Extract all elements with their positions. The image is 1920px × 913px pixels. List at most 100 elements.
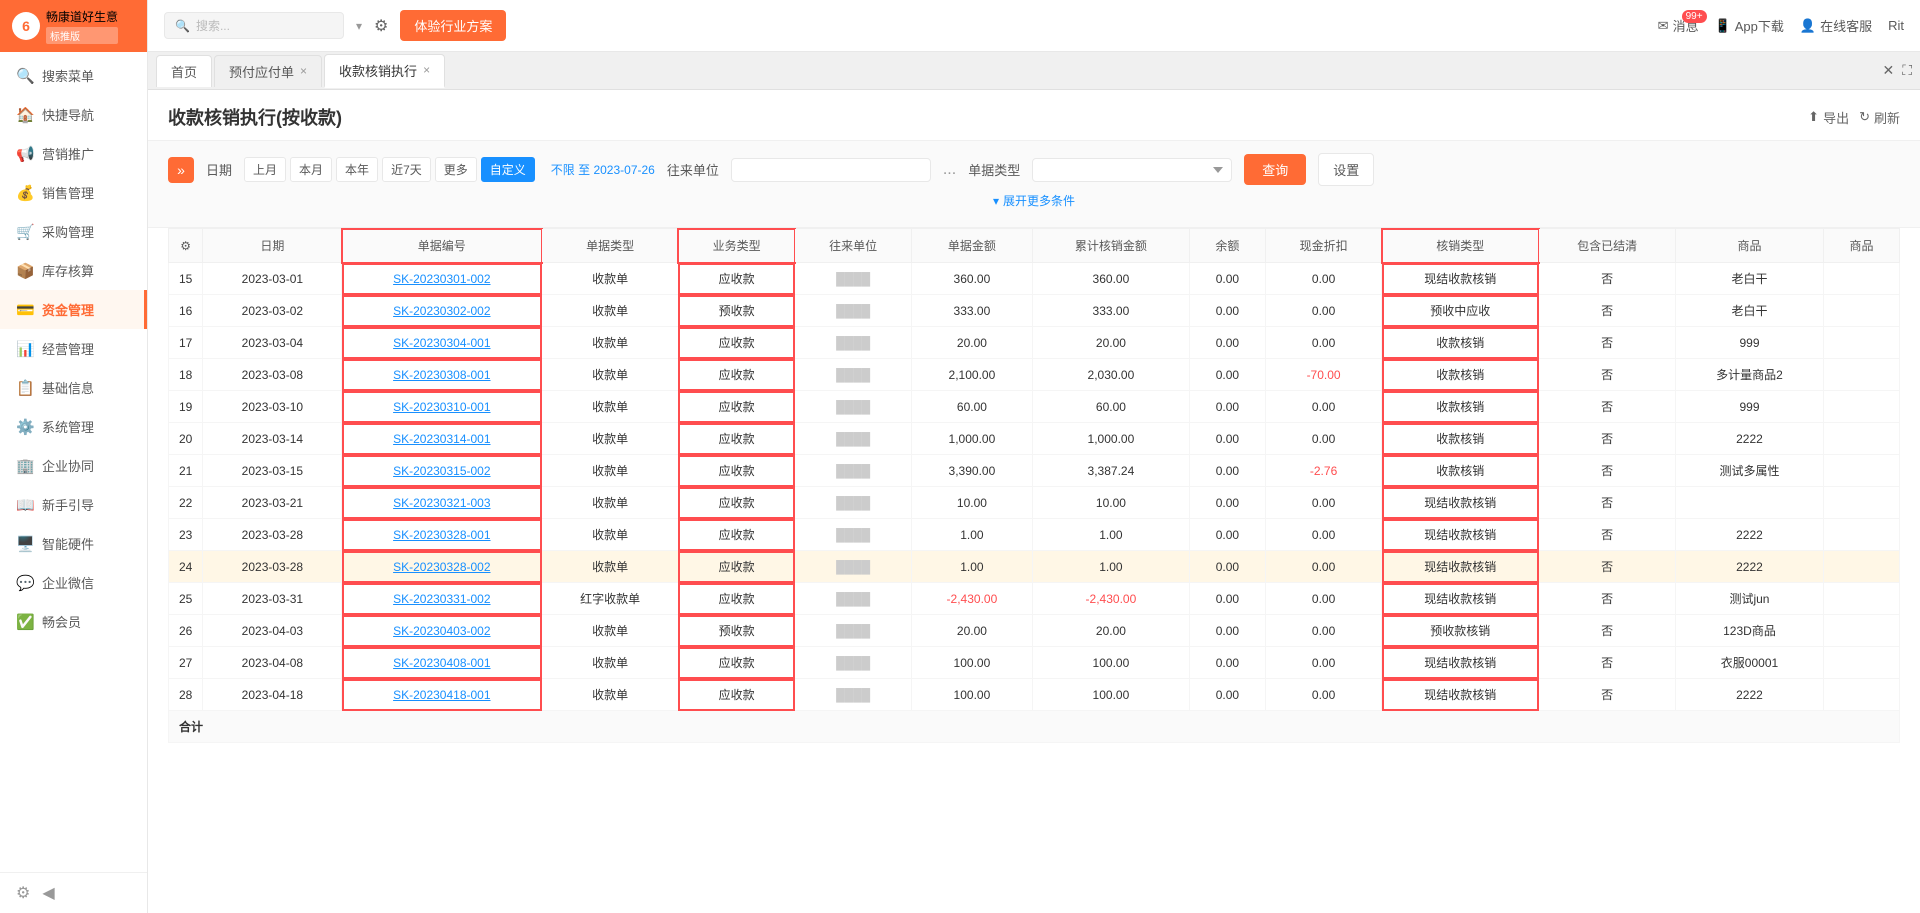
bill-no-link[interactable]: SK-20230328-001 xyxy=(393,528,490,542)
date-btn-more[interactable]: 更多 xyxy=(435,157,477,182)
date-btn-this-month[interactable]: 本月 xyxy=(290,157,332,182)
query-button[interactable]: 查询 xyxy=(1244,154,1306,185)
bill-no-link[interactable]: SK-20230310-001 xyxy=(393,400,490,414)
row-biz-type: 预收款 xyxy=(678,615,794,647)
tab-home[interactable]: 首页 xyxy=(156,55,212,87)
topbar-online-service[interactable]: 👤 在线客服 xyxy=(1800,16,1872,35)
row-amount: 10.00 xyxy=(911,487,1032,519)
sidebar-item-quick[interactable]: 🏠 快捷导航 xyxy=(0,95,147,134)
tab-receipt-close[interactable]: × xyxy=(423,63,430,77)
table-total-row: 合计 xyxy=(169,711,1900,743)
row-id: 17 xyxy=(169,327,203,359)
sidebar-item-system[interactable]: ⚙️ 系统管理 xyxy=(0,407,147,446)
topbar-right: ✉ 消息 99+ 📱 App下载 👤 在线客服 Rit xyxy=(1658,16,1904,35)
date-btn-this-year[interactable]: 本年 xyxy=(336,157,378,182)
topbar-dropdown-arrow[interactable]: ▾ xyxy=(356,19,362,33)
tab-payable-close[interactable]: × xyxy=(300,64,307,78)
bill-no-link[interactable]: SK-20230418-001 xyxy=(393,688,490,702)
export-button[interactable]: ⬆ 导出 xyxy=(1808,108,1849,127)
refresh-button[interactable]: ↻ 刷新 xyxy=(1859,108,1900,127)
row-balance: 0.00 xyxy=(1189,295,1265,327)
row-amount: -2,430.00 xyxy=(911,583,1032,615)
row-amount: 333.00 xyxy=(911,295,1032,327)
filter-expand-button[interactable]: » xyxy=(168,157,194,183)
topbar-search-icon: 🔍 xyxy=(175,19,190,33)
row-partner: ████ xyxy=(795,263,911,295)
row-accum: 60.00 xyxy=(1032,391,1189,423)
row-balance: 0.00 xyxy=(1189,551,1265,583)
sidebar-item-guide[interactable]: 📖 新手引导 xyxy=(0,485,147,524)
bill-no-link[interactable]: SK-20230301-002 xyxy=(393,272,490,286)
row-bill-type: 收款单 xyxy=(542,679,679,711)
row-verify-type: 收款核销 xyxy=(1382,391,1539,423)
corp-icon: 🏢 xyxy=(16,457,34,475)
row-date: 2023-03-01 xyxy=(203,263,342,295)
sidebar-item-wechat[interactable]: 💬 企业微信 xyxy=(0,563,147,602)
topbar-message[interactable]: ✉ 消息 99+ xyxy=(1658,16,1699,35)
topbar-gear-icon[interactable]: ⚙ xyxy=(374,16,388,36)
sidebar-item-sales[interactable]: 💰 销售管理 xyxy=(0,173,147,212)
sidebar-item-hardware[interactable]: 🖥️ 智能硬件 xyxy=(0,524,147,563)
sidebar-item-finance[interactable]: 💳 资金管理 xyxy=(0,290,147,329)
bill-no-link[interactable]: SK-20230314-001 xyxy=(393,432,490,446)
row-id: 28 xyxy=(169,679,203,711)
sidebar-item-basic[interactable]: 📋 基础信息 xyxy=(0,368,147,407)
row-included: 否 xyxy=(1539,487,1676,519)
bill-no-link[interactable]: SK-20230304-001 xyxy=(393,336,490,350)
bill-no-link[interactable]: SK-20230408-001 xyxy=(393,656,490,670)
topbar-app-download[interactable]: 📱 App下载 xyxy=(1715,16,1784,35)
row-partner: ████ xyxy=(795,519,911,551)
row-discount: -70.00 xyxy=(1265,359,1381,391)
table-row: 26 2023-04-03 SK-20230403-002 收款单 预收款 ██… xyxy=(169,615,1900,647)
bill-no-link[interactable]: SK-20230302-002 xyxy=(393,304,490,318)
bill-no-link[interactable]: SK-20230315-002 xyxy=(393,464,490,478)
collapse-icon[interactable]: ◀ xyxy=(42,883,54,903)
sidebar-menu: 🔍 搜索菜单 🏠 快捷导航 📢 营销推广 💰 销售管理 🛒 采购管理 📦 库存核… xyxy=(0,52,147,872)
bill-no-link[interactable]: SK-20230403-002 xyxy=(393,624,490,638)
sidebar-item-corp[interactable]: 🏢 企业协同 xyxy=(0,446,147,485)
row-date: 2023-03-28 xyxy=(203,519,342,551)
row-balance: 0.00 xyxy=(1189,615,1265,647)
row-bill-no: SK-20230315-002 xyxy=(342,455,542,487)
row-bill-no: SK-20230328-002 xyxy=(342,551,542,583)
th-balance: 余额 xyxy=(1189,229,1265,263)
bill-no-link[interactable]: SK-20230308-001 xyxy=(393,368,490,382)
tab-payable[interactable]: 预付应付单 × xyxy=(214,55,322,87)
sidebar-item-member[interactable]: ✅ 畅会员 xyxy=(0,602,147,641)
topbar-user[interactable]: Rit xyxy=(1888,18,1904,33)
settings-button[interactable]: 设置 xyxy=(1318,153,1374,186)
tab-controls: ✕ ⛶ xyxy=(1882,62,1912,79)
sidebar-item-search[interactable]: 🔍 搜索菜单 xyxy=(0,56,147,95)
row-discount: 0.00 xyxy=(1265,327,1381,359)
bill-no-link[interactable]: SK-20230328-002 xyxy=(393,560,490,574)
row-biz-type: 应收款 xyxy=(678,263,794,295)
topbar-search[interactable]: 🔍 搜索... xyxy=(164,12,344,39)
row-accum: 20.00 xyxy=(1032,327,1189,359)
bill-no-link[interactable]: SK-20230321-003 xyxy=(393,496,490,510)
industry-solution-button[interactable]: 体验行业方案 xyxy=(400,10,506,41)
marketing-icon: 📢 xyxy=(16,145,34,163)
date-btn-custom[interactable]: 自定义 xyxy=(481,157,535,182)
settings-bottom-icon[interactable]: ⚙ xyxy=(16,883,30,903)
row-biz-type: 应收款 xyxy=(678,487,794,519)
date-btn-last-month[interactable]: 上月 xyxy=(244,157,286,182)
expand-more-row[interactable]: ▾ 展开更多条件 xyxy=(168,186,1900,215)
table-container: ⚙ 日期 单据编号 单据类型 业务类型 往来单位 单据金额 累计核销金额 余额 … xyxy=(148,228,1920,913)
tab-receipt[interactable]: 收款核销执行 × xyxy=(324,54,445,88)
sidebar-item-marketing[interactable]: 📢 营销推广 xyxy=(0,134,147,173)
sidebar-item-operation[interactable]: 📊 经营管理 xyxy=(0,329,147,368)
tab-close-all-button[interactable]: ✕ xyxy=(1882,62,1894,79)
row-id: 27 xyxy=(169,647,203,679)
filter-bar: » 日期 上月 本月 本年 近7天 更多 自定义 不限 至 2023-07-26… xyxy=(148,141,1920,228)
row-partner: ████ xyxy=(795,455,911,487)
tab-maximize-button[interactable]: ⛶ xyxy=(1902,62,1912,79)
sidebar-item-inventory[interactable]: 📦 库存核算 xyxy=(0,251,147,290)
row-accum: 1,000.00 xyxy=(1032,423,1189,455)
row-discount: -2.76 xyxy=(1265,455,1381,487)
partner-input[interactable] xyxy=(731,158,931,182)
sidebar-item-purchase[interactable]: 🛒 采购管理 xyxy=(0,212,147,251)
row-bill-no: SK-20230331-002 xyxy=(342,583,542,615)
bill-type-select[interactable] xyxy=(1032,158,1232,182)
date-btn-7days[interactable]: 近7天 xyxy=(382,157,431,182)
bill-no-link[interactable]: SK-20230331-002 xyxy=(393,592,490,606)
